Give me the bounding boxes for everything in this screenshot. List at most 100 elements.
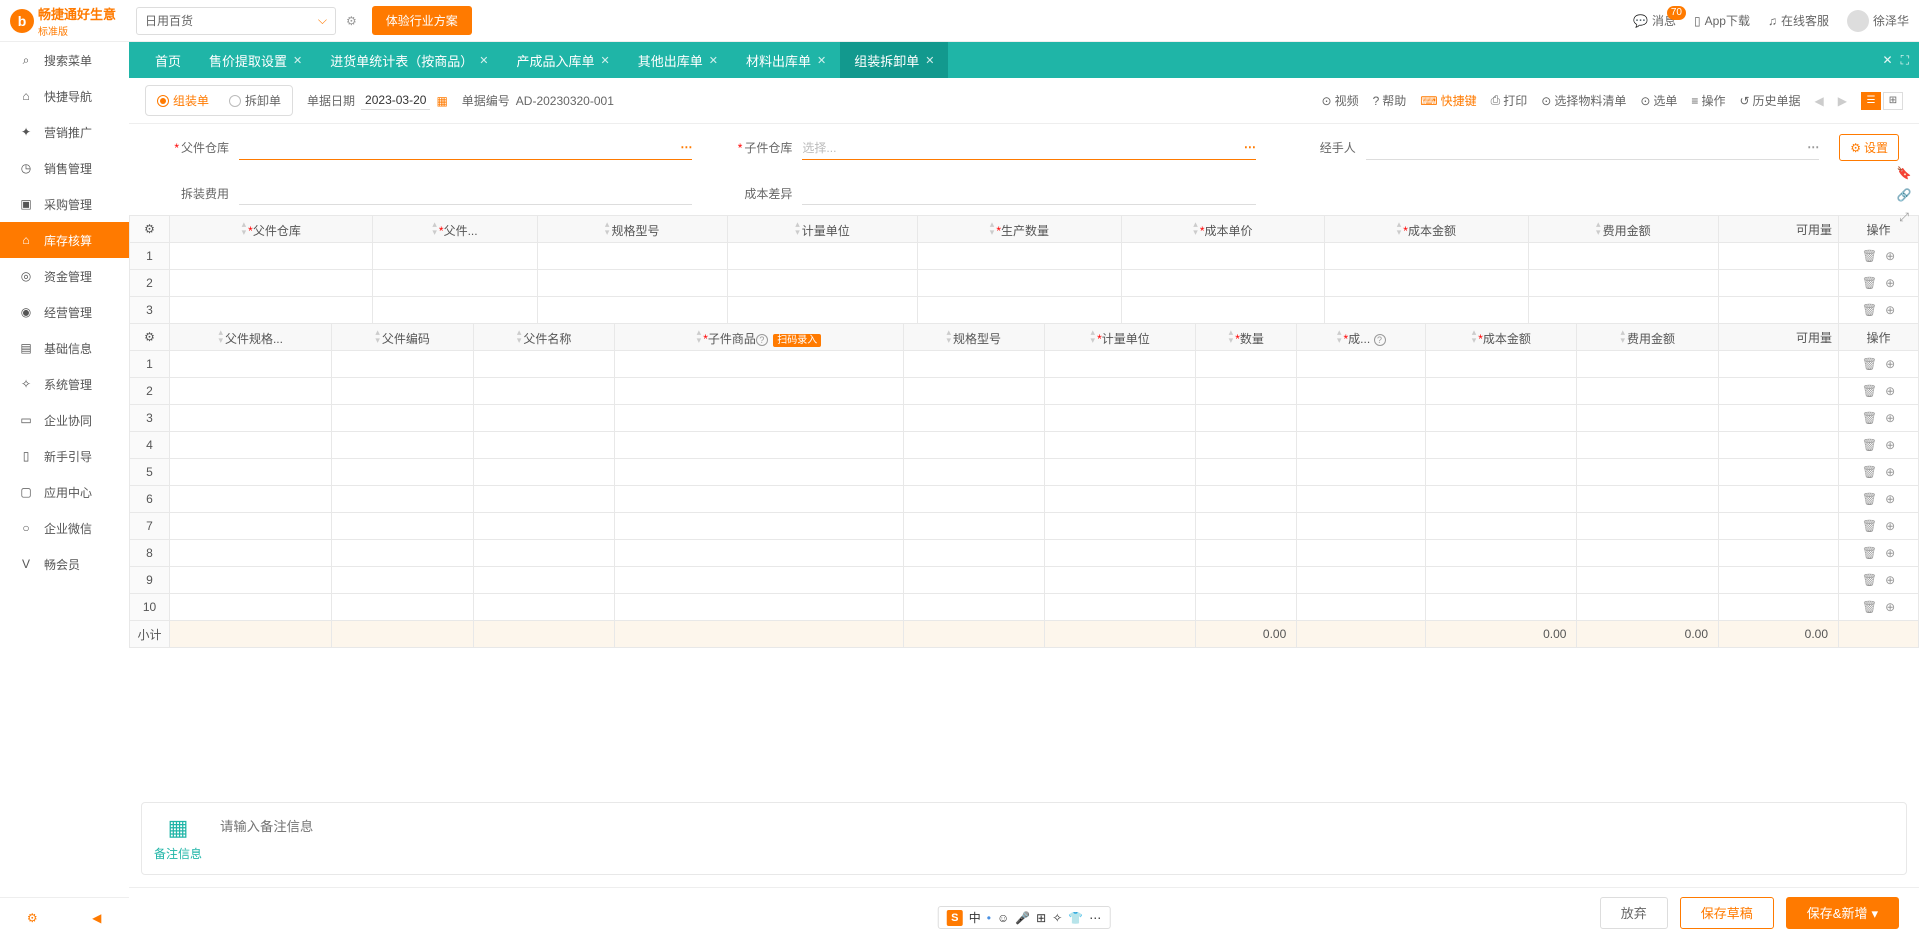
- copy-icon[interactable]: ⊕: [1885, 411, 1895, 425]
- info-icon[interactable]: ?: [756, 334, 768, 346]
- category-select[interactable]: 日用百货 ⌵: [136, 7, 336, 35]
- column-header[interactable]: ▴▾费用金额: [1528, 216, 1718, 243]
- material-list-link[interactable]: ⊙ 选择物料清单: [1541, 92, 1626, 109]
- sidebar-item[interactable]: ⌂库存核算: [0, 222, 129, 258]
- delete-icon[interactable]: 🗑: [1862, 600, 1877, 614]
- history-link[interactable]: ↺ 历史单据: [1739, 92, 1800, 109]
- delete-icon[interactable]: 🗑: [1862, 357, 1877, 371]
- sidebar-item[interactable]: ▣采购管理: [0, 186, 129, 222]
- sidebar-collapse-button[interactable]: ◀: [65, 898, 130, 937]
- delete-icon[interactable]: 🗑: [1862, 519, 1877, 533]
- cost-diff-input[interactable]: [802, 181, 1255, 205]
- column-header[interactable]: ▴▾*计量单位: [1045, 324, 1196, 351]
- calendar-icon[interactable]: ▦: [436, 94, 447, 108]
- messages-link[interactable]: 💬 消息 70: [1633, 12, 1676, 29]
- child-warehouse-input[interactable]: 选择...⋯: [802, 136, 1255, 160]
- sidebar-item[interactable]: ◉经营管理: [0, 294, 129, 330]
- parent-warehouse-input[interactable]: ⋯: [239, 136, 692, 160]
- sidebar-item[interactable]: ○企业微信: [0, 510, 129, 546]
- column-header[interactable]: ▴▾规格型号: [903, 324, 1044, 351]
- tab[interactable]: 售价提取设置✕: [195, 42, 316, 78]
- column-header[interactable]: 操作: [1839, 324, 1919, 351]
- arrow-right-icon[interactable]: ▶: [1838, 94, 1847, 108]
- column-header[interactable]: ▴▾*父件仓库: [170, 216, 373, 243]
- help-link[interactable]: ? 帮助: [1373, 92, 1407, 109]
- delete-icon[interactable]: 🗑: [1862, 546, 1877, 560]
- close-icon[interactable]: ✕: [479, 54, 488, 67]
- save-new-button[interactable]: 保存&新增▾: [1786, 897, 1899, 929]
- table-row[interactable]: 5🗑⊕: [130, 459, 1919, 486]
- sidebar-item[interactable]: ⌂快捷导航: [0, 78, 129, 114]
- lookup-icon[interactable]: ⋯: [680, 140, 692, 154]
- table-row[interactable]: 4🗑⊕: [130, 432, 1919, 459]
- table-row[interactable]: 1🗑⊕: [130, 243, 1919, 270]
- column-header[interactable]: ▴▾*成本单价: [1121, 216, 1324, 243]
- sidebar-item[interactable]: V畅会员: [0, 546, 129, 582]
- column-header[interactable]: 可用量: [1719, 216, 1839, 243]
- rail-link-icon[interactable]: 🔗: [1893, 188, 1915, 202]
- copy-icon[interactable]: ⊕: [1885, 438, 1895, 452]
- copy-icon[interactable]: ⊕: [1885, 384, 1895, 398]
- arrow-left-icon[interactable]: ◀: [1815, 94, 1824, 108]
- tab-close-all-icon[interactable]: ✕: [1883, 53, 1893, 67]
- delete-icon[interactable]: 🗑: [1862, 276, 1877, 290]
- delete-icon[interactable]: 🗑: [1862, 465, 1877, 479]
- close-icon[interactable]: ✕: [601, 54, 610, 67]
- delete-icon[interactable]: 🗑: [1862, 492, 1877, 506]
- column-header[interactable]: ▴▾计量单位: [727, 216, 917, 243]
- app-download-link[interactable]: ▯ App下载: [1694, 12, 1750, 29]
- delete-icon[interactable]: 🗑: [1862, 384, 1877, 398]
- sidebar-settings-button[interactable]: ⚙: [0, 898, 65, 937]
- table-row[interactable]: 8🗑⊕: [130, 540, 1919, 567]
- sidebar-item[interactable]: ▭企业协同: [0, 402, 129, 438]
- save-draft-button[interactable]: 保存草稿: [1680, 897, 1774, 929]
- disassembly-fee-input[interactable]: [239, 181, 692, 205]
- delete-icon[interactable]: 🗑: [1862, 411, 1877, 425]
- delete-icon[interactable]: 🗑: [1862, 249, 1877, 263]
- column-header[interactable]: ▴▾*子件商品? 扫码录入: [615, 324, 903, 351]
- table-row[interactable]: 10🗑⊕: [130, 594, 1919, 621]
- disassemble-radio[interactable]: 拆卸单: [221, 89, 289, 112]
- column-header[interactable]: 可用量: [1719, 324, 1839, 351]
- gear-icon[interactable]: ⚙: [346, 14, 357, 28]
- copy-icon[interactable]: ⊕: [1885, 465, 1895, 479]
- print-link[interactable]: ⎙ 打印: [1491, 92, 1528, 109]
- sidebar-item[interactable]: ▯新手引导: [0, 438, 129, 474]
- copy-icon[interactable]: ⊕: [1885, 276, 1895, 290]
- copy-icon[interactable]: ⊕: [1885, 573, 1895, 587]
- video-link[interactable]: ⊙ 视频: [1322, 92, 1359, 109]
- column-header[interactable]: ▴▾费用金额: [1577, 324, 1719, 351]
- column-header[interactable]: ▴▾父件规格...: [170, 324, 332, 351]
- copy-icon[interactable]: ⊕: [1885, 249, 1895, 263]
- copy-icon[interactable]: ⊕: [1885, 357, 1895, 371]
- delete-icon[interactable]: 🗑: [1862, 573, 1877, 587]
- sidebar-item[interactable]: ⌕搜索菜单: [0, 42, 129, 78]
- rail-expand-icon[interactable]: ⤢: [1893, 210, 1915, 225]
- column-header[interactable]: ▴▾*成本金额: [1426, 324, 1577, 351]
- view-list-icon[interactable]: ☰: [1861, 92, 1881, 110]
- close-icon[interactable]: ✕: [925, 54, 934, 67]
- discard-button[interactable]: 放弃: [1600, 897, 1668, 929]
- settings-button[interactable]: ⚙ 设置: [1839, 134, 1899, 161]
- tab[interactable]: 其他出库单✕: [624, 42, 732, 78]
- user-menu[interactable]: 徐泽华: [1847, 10, 1909, 32]
- ime-toolbar[interactable]: S 中 •☺🎤⊞✧👕⋯: [938, 906, 1111, 929]
- remark-input[interactable]: [216, 815, 1894, 838]
- copy-icon[interactable]: ⊕: [1885, 600, 1895, 614]
- copy-icon[interactable]: ⊕: [1885, 303, 1895, 317]
- tab[interactable]: 组装拆卸单✕: [840, 42, 948, 78]
- operate-link[interactable]: ≡ 操作: [1691, 92, 1725, 109]
- column-header[interactable]: ▴▾*成... ?: [1297, 324, 1426, 351]
- column-header[interactable]: ▴▾*成本金额: [1325, 216, 1528, 243]
- table-row[interactable]: 2🗑⊕: [130, 270, 1919, 297]
- tab[interactable]: 材料出库单✕: [732, 42, 840, 78]
- date-input[interactable]: 2023-03-20: [361, 91, 430, 110]
- try-scheme-button[interactable]: 体验行业方案: [372, 6, 472, 35]
- tab-expand-icon[interactable]: ⛶: [1901, 53, 1909, 68]
- table-row[interactable]: 3🗑⊕: [130, 405, 1919, 432]
- column-header[interactable]: ▴▾父件名称: [473, 324, 614, 351]
- column-header[interactable]: ▴▾*数量: [1196, 324, 1297, 351]
- close-icon[interactable]: ✕: [293, 54, 302, 67]
- sidebar-item[interactable]: ▤基础信息: [0, 330, 129, 366]
- table-row[interactable]: 1🗑⊕: [130, 351, 1919, 378]
